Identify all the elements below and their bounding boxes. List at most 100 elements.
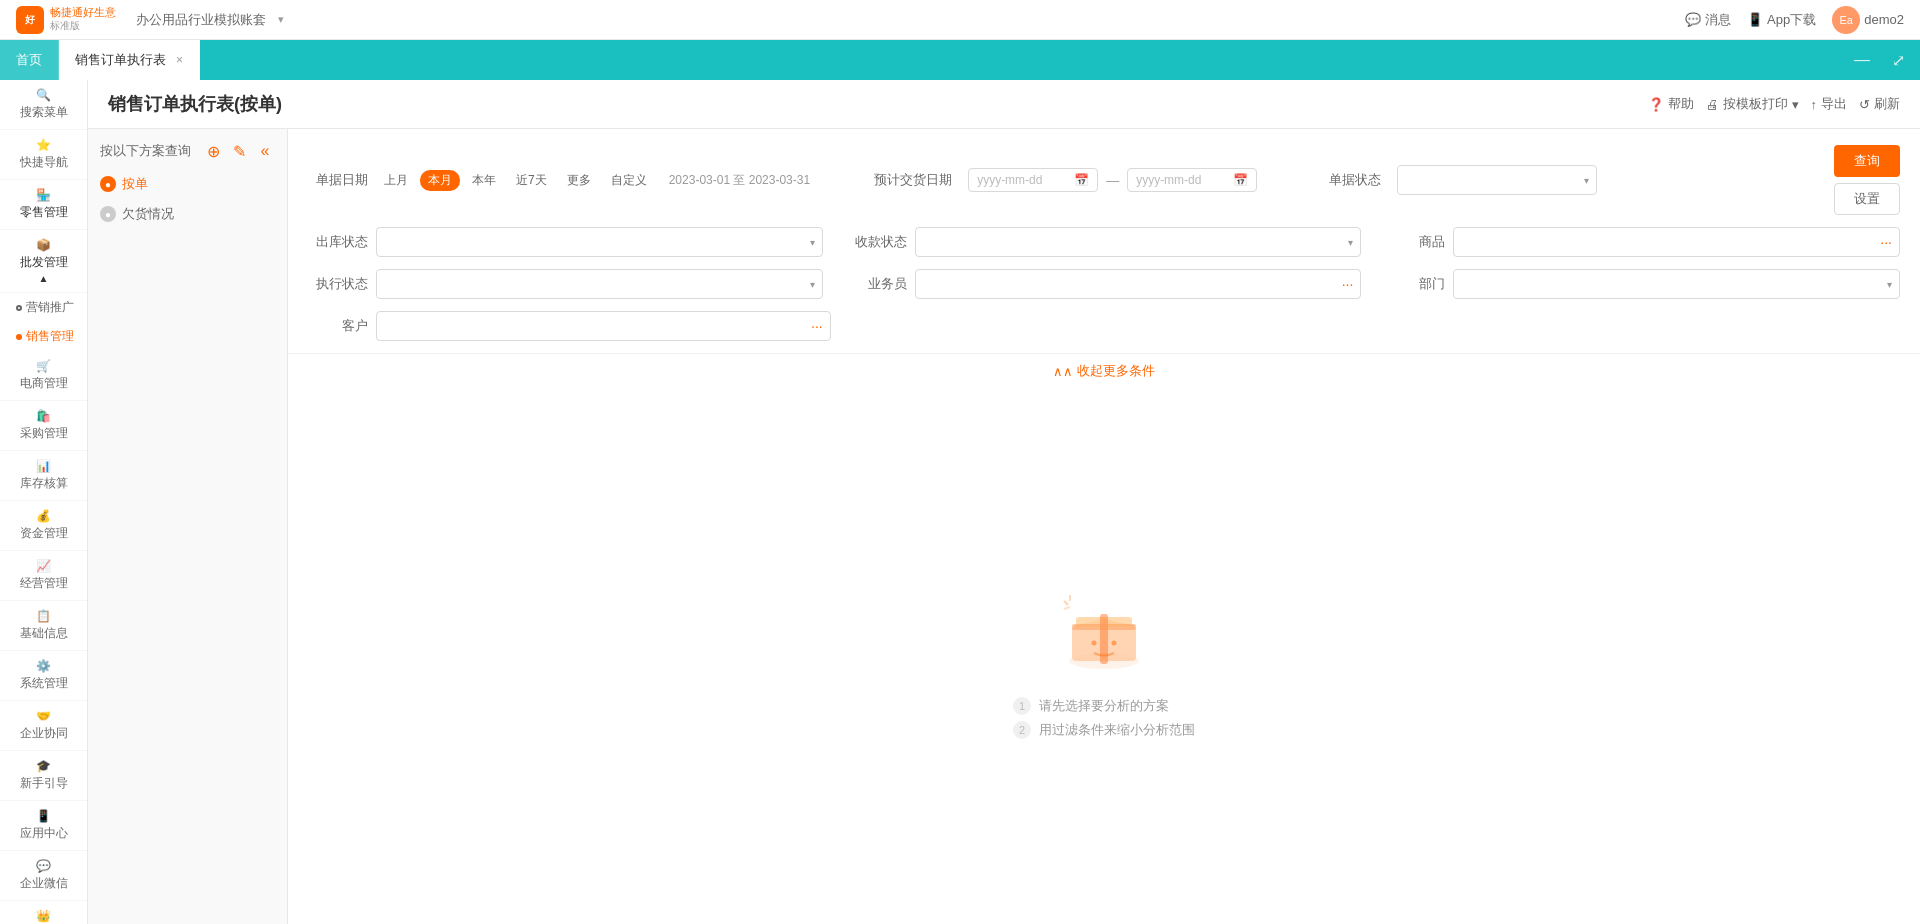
sidebar-item-appcenter[interactable]: 📱 应用中心: [0, 801, 87, 851]
plan-item-dan[interactable]: ● 按单: [88, 169, 287, 199]
sidebar-item-inventory[interactable]: 📊 库存核算: [0, 451, 87, 501]
sidebar-sub-marketing[interactable]: 营销推广: [0, 293, 87, 322]
top-bar: 好 畅捷通好生意 标准版 办公用品行业模拟账套 ▾ 💬 消息 📱 App下载 E…: [0, 0, 1920, 40]
date-to-input[interactable]: yyyy-mm-dd 📅: [1127, 168, 1257, 192]
main-layout: 🔍 搜索菜单 ⭐ 快捷导航 🏪 零售管理 📦 批发管理 ▲ 营销推广 销售管理 …: [0, 80, 1920, 924]
sidebar-item-membership[interactable]: 👑 畅会员: [0, 901, 87, 924]
date-last-month-btn[interactable]: 上月: [376, 170, 416, 191]
logo-text: 畅捷通好生意: [50, 6, 116, 19]
data-area: 1 请先选择要分析的方案 2 用过滤条件来缩小分析范围: [288, 396, 1920, 924]
sidebar-operations-label: 经营管理: [20, 575, 68, 592]
wholesale-icon: 📦: [36, 238, 51, 252]
expected-date-label: 预计交货日期: [874, 171, 952, 189]
empty-line-1: 1 请先选择要分析的方案: [1013, 697, 1195, 715]
plan-item-quehuo[interactable]: ● 欠货情况: [88, 199, 287, 229]
app-download-button[interactable]: 📱 App下载: [1747, 11, 1816, 29]
search-button[interactable]: 查询: [1834, 145, 1900, 177]
status-label: 单据状态: [1321, 171, 1381, 189]
receipt-status-select[interactable]: [915, 227, 1362, 257]
plan-section: 按以下方案查询 ⊕ ✎ « ● 按单: [88, 129, 288, 924]
sidebar-item-purchase[interactable]: 🛍️ 采购管理: [0, 401, 87, 451]
out-status-field: 出库状态 ▾: [308, 227, 823, 257]
refresh-button[interactable]: ↺ 刷新: [1859, 95, 1900, 113]
date-this-month-btn[interactable]: 本月: [420, 170, 460, 191]
sidebar-item-operations[interactable]: 📈 经营管理: [0, 551, 87, 601]
sidebar-item-retail[interactable]: 🏪 零售管理: [0, 180, 87, 230]
salesperson-input[interactable]: [915, 269, 1362, 299]
out-status-select[interactable]: [376, 227, 823, 257]
salesperson-label: 业务员: [847, 275, 907, 293]
sidebar-item-system[interactable]: ⚙️ 系统管理: [0, 651, 87, 701]
date-filter-row: 单据日期 上月 本月 本年 近7天 更多 自定义 2023-03-01 至 20…: [308, 145, 1900, 215]
sidebar-item-enterprise[interactable]: 🤝 企业协同: [0, 701, 87, 751]
sidebar-retail-label: 零售管理: [20, 204, 68, 221]
message-button[interactable]: 💬 消息: [1685, 11, 1731, 29]
status-select[interactable]: [1397, 165, 1597, 195]
sidebar-sub-sales[interactable]: 销售管理: [0, 322, 87, 351]
svg-line-7: [1064, 607, 1070, 609]
title-dropdown-icon[interactable]: ▾: [278, 13, 284, 26]
sidebar-newguide-label: 新手引导: [20, 775, 68, 792]
enterprise-icon: 🤝: [36, 709, 51, 723]
customer-dots-icon[interactable]: ···: [811, 318, 823, 334]
goods-field: 商品 ···: [1385, 227, 1900, 257]
customer-input[interactable]: [376, 311, 831, 341]
sidebar-quick-nav[interactable]: ⭐ 快捷导航: [0, 130, 87, 180]
date-last7days-btn[interactable]: 近7天: [508, 170, 555, 191]
sidebar-corpwechat-label: 企业微信: [20, 875, 68, 892]
tab-minimize-button[interactable]: —: [1848, 46, 1876, 74]
goods-label: 商品: [1385, 233, 1445, 251]
help-button[interactable]: ❓ 帮助: [1648, 95, 1694, 113]
tab-close-icon[interactable]: ×: [176, 53, 183, 67]
receipt-status-field: 收款状态 ▾: [847, 227, 1362, 257]
date-custom-btn[interactable]: 自定义: [603, 170, 655, 191]
plan-edit-icon: ✎: [233, 142, 246, 161]
search-button-label: 查询: [1854, 152, 1880, 170]
refresh-label: 刷新: [1874, 95, 1900, 113]
plan-header: 按以下方案查询 ⊕ ✎ «: [88, 141, 287, 169]
plan-add-button[interactable]: ⊕: [203, 141, 223, 161]
tab-sales-order-label: 销售订单执行表: [75, 51, 166, 69]
tab-maximize-button[interactable]: ⤢: [1884, 46, 1912, 74]
out-status-wrapper: ▾: [376, 227, 823, 257]
print-button[interactable]: 🖨 按模板打印 ▾: [1706, 95, 1799, 113]
settings-button[interactable]: 设置: [1834, 183, 1900, 215]
export-label: 导出: [1821, 95, 1847, 113]
logo-sub: 标准版: [50, 19, 116, 33]
date-this-year-btn[interactable]: 本年: [464, 170, 504, 191]
dept-select[interactable]: [1453, 269, 1900, 299]
date-from-input[interactable]: yyyy-mm-dd 📅: [968, 168, 1098, 192]
tab-home[interactable]: 首页: [0, 40, 59, 80]
date-range-display: 2023-03-01 至 2023-03-31: [669, 172, 810, 189]
sidebar-inventory-label: 库存核算: [20, 475, 68, 492]
sidebar-item-newguide[interactable]: 🎓 新手引导: [0, 751, 87, 801]
salesperson-dots-icon[interactable]: ···: [1342, 276, 1354, 292]
top-bar-left: 好 畅捷通好生意 标准版 办公用品行业模拟账套 ▾: [16, 6, 284, 34]
user-menu[interactable]: Ea demo2: [1832, 6, 1904, 34]
page-title: 销售订单执行表(按单): [108, 92, 282, 116]
goods-dots-icon[interactable]: ···: [1880, 234, 1892, 250]
goods-input[interactable]: [1453, 227, 1900, 257]
export-button[interactable]: ↑ 导出: [1811, 95, 1848, 113]
sidebar-item-wholesale[interactable]: 📦 批发管理 ▲: [0, 230, 87, 293]
sidebar-item-ecommerce[interactable]: 🛒 电商管理: [0, 351, 87, 401]
plan-collapse-button[interactable]: «: [255, 141, 275, 161]
collapse-more-btn[interactable]: ∧∧ 收起更多条件: [288, 353, 1920, 388]
sidebar-search[interactable]: 🔍 搜索菜单: [0, 80, 87, 130]
content-area: 销售订单执行表(按单) ❓ 帮助 🖨 按模板打印 ▾ ↑ 导出 ↺ 刷新: [88, 80, 1920, 924]
tab-sales-order[interactable]: 销售订单执行表 ×: [59, 40, 200, 80]
row4: 客户 ···: [308, 311, 1900, 341]
date-more-btn[interactable]: 更多: [559, 170, 599, 191]
tab-spacer: [200, 40, 1840, 80]
svg-line-5: [1064, 601, 1068, 605]
sidebar-item-finance[interactable]: 💰 资金管理: [0, 501, 87, 551]
sidebar-item-basic[interactable]: 📋 基础信息: [0, 601, 87, 651]
message-icon: 💬: [1685, 12, 1701, 27]
plan-edit-button[interactable]: ✎: [229, 141, 249, 161]
exec-status-select[interactable]: [376, 269, 823, 299]
print-dropdown-icon: ▾: [1792, 97, 1799, 112]
sidebar-quick-nav-label: 快捷导航: [20, 154, 68, 171]
sidebar-item-corpwechat[interactable]: 💬 企业微信: [0, 851, 87, 901]
out-status-label: 出库状态: [308, 233, 368, 251]
user-name: demo2: [1864, 12, 1904, 27]
